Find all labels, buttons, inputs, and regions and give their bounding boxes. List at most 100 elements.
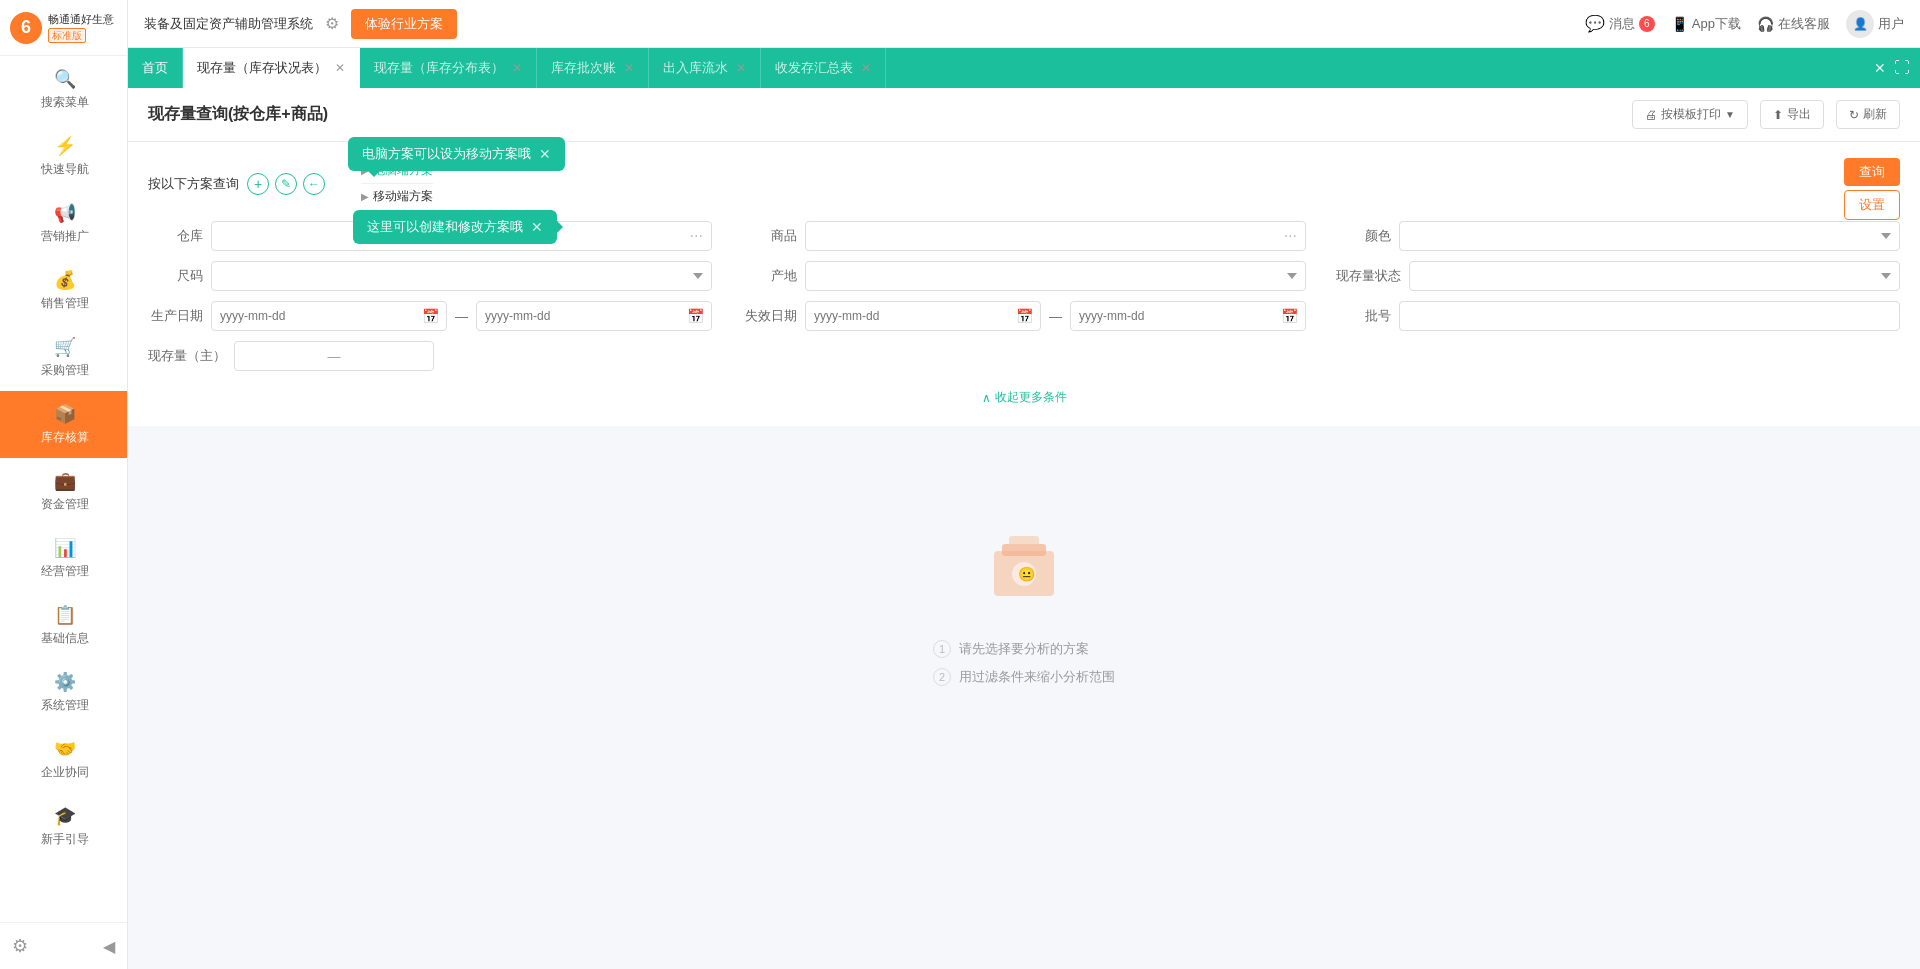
filter-field-size: 尺码: [148, 261, 712, 291]
page-title: 现存量查询(按仓库+商品): [148, 104, 328, 125]
empty-state: 😐 1 请先选择要分析的方案 2 用过滤条件来缩小分析范围: [933, 436, 1115, 766]
main-area: 装备及固定资产辅助管理系统 ⚙ 体验行业方案 💬 消息 6 📱 App下载 🎧 …: [128, 0, 1920, 969]
template-print-btn[interactable]: 🖨 按模板打印 ▼: [1632, 100, 1748, 129]
top-header: 装备及固定资产辅助管理系统 ⚙ 体验行业方案 💬 消息 6 📱 App下载 🎧 …: [128, 0, 1920, 48]
maximize-icon[interactable]: ⛶: [1894, 59, 1910, 77]
tab-batch-ledger[interactable]: 库存批次账✕: [537, 48, 649, 88]
page-header: 现存量查询(按仓库+商品) 🖨 按模板打印 ▼ ⬆ 导出 ↻ 刷新: [128, 88, 1920, 142]
expire-date-end[interactable]: [1070, 301, 1306, 331]
refresh-btn[interactable]: ↻ 刷新: [1836, 100, 1900, 129]
tab-label-recv-send-summary: 收发存汇总表: [775, 59, 853, 77]
settings-btn[interactable]: 设置: [1844, 190, 1900, 220]
collapse-btn[interactable]: ∧ 收起更多条件: [148, 381, 1900, 410]
tooltip-scheme-close[interactable]: ✕: [539, 146, 551, 162]
goods-input[interactable]: ···: [805, 221, 1306, 251]
message-btn[interactable]: 💬 消息 6: [1585, 14, 1655, 33]
edit-scheme-btn[interactable]: ✎: [275, 173, 297, 195]
sidebar-item-guide[interactable]: 🎓 新手引导: [0, 793, 127, 860]
prod-date-end[interactable]: [476, 301, 712, 331]
tab-inventory-dist[interactable]: 现存量（库存分布表） ✕: [360, 48, 537, 88]
logo-text: 畅通通好生意 标准版: [48, 12, 114, 43]
sidebar-item-system[interactable]: ⚙️ 系统管理: [0, 659, 127, 726]
export-btn[interactable]: ⬆ 导出: [1760, 100, 1824, 129]
message-icon: 💬: [1585, 14, 1605, 33]
search-menu-icon: 🔍: [54, 68, 76, 90]
svg-text:😐: 😐: [1018, 566, 1036, 583]
phone-icon: 📱: [1671, 16, 1688, 32]
tab-recv-send-summary[interactable]: 收发存汇总表 ✕: [761, 48, 886, 88]
sidebar-item-finance[interactable]: 💼 资金管理: [0, 458, 127, 525]
basic-info-icon: 📋: [54, 604, 76, 626]
stock-main-input[interactable]: —: [234, 341, 434, 371]
tab-inventory-status[interactable]: 现存量（库存状况表）✕: [183, 48, 360, 88]
stock-main-row: 现存量（主） —: [148, 341, 1900, 371]
inventory-icon: 📦: [54, 403, 76, 425]
settings-icon[interactable]: ⚙: [12, 935, 28, 957]
export-icon: ⬆: [1773, 108, 1783, 122]
sidebar-item-search-menu[interactable]: 🔍 搜索菜单: [0, 56, 127, 123]
tooltip-scheme: 电脑方案可以设为移动方案哦 ✕: [348, 137, 565, 171]
sidebar-label-sales: 销售管理: [41, 295, 89, 312]
search-btn[interactable]: 查询: [1844, 158, 1900, 186]
app-download-btn[interactable]: 📱 App下载: [1671, 15, 1741, 33]
industry-btn[interactable]: 体验行业方案: [351, 9, 457, 39]
expire-date-start[interactable]: [805, 301, 1041, 331]
tab-label-in-out-flow: 出入库流水: [663, 59, 728, 77]
user-avatar: 👤: [1846, 10, 1874, 38]
tab-bar-actions: ✕ ⛶: [1864, 48, 1920, 88]
sidebar-item-marketing[interactable]: 📢 营销推广: [0, 190, 127, 257]
close-all-tabs-icon[interactable]: ✕: [1874, 60, 1886, 76]
tab-label-inventory-dist: 现存量（库存分布表）: [374, 59, 504, 77]
tab-close-inventory-status[interactable]: ✕: [335, 61, 345, 75]
sidebar-nav: 🔍 搜索菜单 ⚡ 快速导航 📢 营销推广 💰 销售管理 🛒 采购管理 📦 库存核…: [0, 56, 127, 922]
origin-select[interactable]: [805, 261, 1306, 291]
stock-status-select[interactable]: [1409, 261, 1900, 291]
color-select[interactable]: [1399, 221, 1900, 251]
svg-rect-2: [1009, 536, 1039, 548]
sidebar-label-purchase: 采购管理: [41, 362, 89, 379]
expire-date-end-calendar-icon: 📅: [1281, 308, 1298, 324]
user-menu[interactable]: 👤 用户: [1846, 10, 1904, 38]
settings-gear-icon[interactable]: ⚙: [325, 14, 339, 33]
system-title: 装备及固定资产辅助管理系统: [144, 15, 313, 33]
back-scheme-btn[interactable]: ←: [303, 173, 325, 195]
page-header-actions: 🖨 按模板打印 ▼ ⬆ 导出 ↻ 刷新: [1632, 100, 1900, 129]
tab-label-home: 首页: [142, 59, 168, 77]
sidebar-item-inventory[interactable]: 📦 库存核算: [0, 391, 127, 458]
filter-field-origin: 产地: [742, 261, 1306, 291]
tab-home[interactable]: 首页: [128, 48, 183, 88]
sidebar-label-finance: 资金管理: [41, 496, 89, 513]
filter-field-batch: 批号: [1336, 301, 1900, 331]
tab-close-batch-ledger[interactable]: ✕: [624, 61, 634, 75]
add-scheme-btn[interactable]: +: [247, 173, 269, 195]
purchase-icon: 🛒: [54, 336, 76, 358]
tab-bar: 首页现存量（库存状况表）✕现存量（库存分布表）✕库存批次账✕出入库流水✕收发存汇…: [128, 48, 1920, 88]
support-btn[interactable]: 🎧 在线客服: [1757, 15, 1830, 33]
sidebar-item-enterprise[interactable]: 🤝 企业协同: [0, 726, 127, 793]
empty-step-1: 1 请先选择要分析的方案: [933, 640, 1115, 658]
tab-close-inventory-dist[interactable]: ✕: [512, 61, 522, 75]
prod-date-start[interactable]: [211, 301, 447, 331]
batch-input[interactable]: [1399, 301, 1900, 331]
size-select[interactable]: [211, 261, 712, 291]
search-btn-area: 查询 设置: [1844, 158, 1900, 220]
tab-close-in-out-flow[interactable]: ✕: [736, 61, 746, 75]
sidebar-item-sales[interactable]: 💰 销售管理: [0, 257, 127, 324]
filter-label-row: 按以下方案查询 + ✎ ← 电脑方案可以设为移动方案哦 ✕ ▶ 电脑端方案: [148, 158, 1900, 209]
sidebar: 6 畅通通好生意 标准版 🔍 搜索菜单 ⚡ 快速导航 📢 营销推广 💰 销售管理…: [0, 0, 128, 969]
tab-in-out-flow[interactable]: 出入库流水 ✕: [649, 48, 761, 88]
collapse-icon[interactable]: ◀: [103, 937, 115, 956]
sidebar-item-quick-nav[interactable]: ⚡ 快速导航: [0, 123, 127, 190]
tooltip-create-close[interactable]: ✕: [531, 219, 543, 235]
sidebar-item-purchase[interactable]: 🛒 采购管理: [0, 324, 127, 391]
system-icon: ⚙️: [54, 671, 76, 693]
tab-close-recv-send-summary[interactable]: ✕: [861, 61, 871, 75]
scheme-item-mobile[interactable]: ▶ 移动端方案: [353, 184, 441, 209]
print-icon: 🖨: [1645, 108, 1657, 122]
guide-icon: 🎓: [54, 805, 76, 827]
sidebar-label-inventory: 库存核算: [41, 429, 89, 446]
finance-icon: 💼: [54, 470, 76, 492]
sidebar-item-operation[interactable]: 📊 经营管理: [0, 525, 127, 592]
sidebar-label-marketing: 营销推广: [41, 228, 89, 245]
sidebar-item-basic-info[interactable]: 📋 基础信息: [0, 592, 127, 659]
